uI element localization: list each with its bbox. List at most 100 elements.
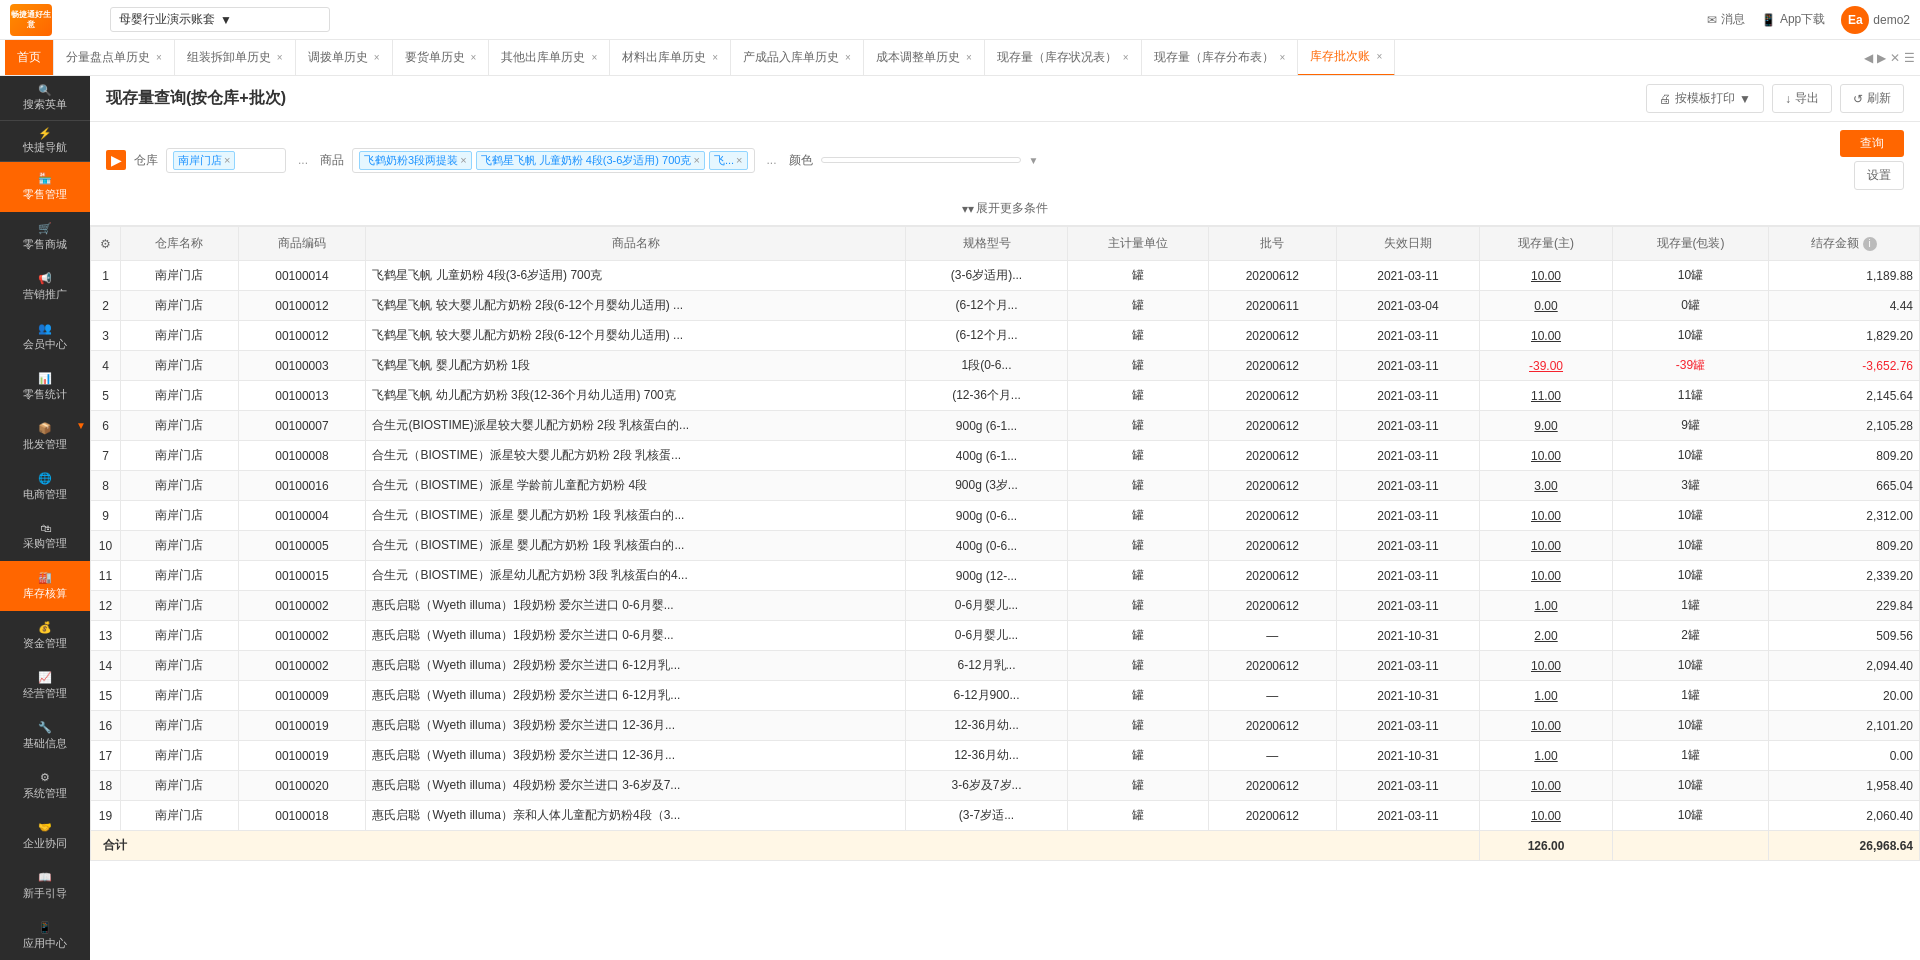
sidebar-item-basic[interactable]: 🔧 基础信息 (0, 711, 90, 761)
cell-stock-main[interactable]: 10.00 (1480, 501, 1613, 531)
product-more[interactable]: ... (767, 153, 777, 167)
cell-stock-main[interactable]: 10.00 (1480, 441, 1613, 471)
nav-menu[interactable]: ☰ (1904, 51, 1915, 65)
sidebar-quick[interactable]: ⚡ 快捷导航 (0, 121, 90, 162)
btn-export[interactable]: ↓ 导出 (1772, 84, 1832, 113)
tab-chengben[interactable]: 成本调整单历史 × (864, 40, 985, 76)
message-btn[interactable]: ✉ 消息 (1707, 11, 1745, 28)
sidebar-item-retail-store[interactable]: 🛒 零售商城 (0, 212, 90, 262)
th-name: 商品名称 (366, 227, 905, 261)
layout: 🔍 搜索英单 ⚡ 快捷导航 🏪 零售管理 🛒 零售商城 📢 营销推广 👥 会员中… (0, 76, 1920, 960)
product-tag-3[interactable]: 飞... × (709, 151, 748, 170)
close-pipici[interactable]: × (1376, 51, 1382, 62)
close-chanpin[interactable]: × (845, 52, 851, 63)
amount-info-icon[interactable]: i (1863, 237, 1877, 251)
btn-query[interactable]: 查询 (1840, 130, 1904, 157)
cell-no: 15 (91, 681, 121, 711)
close-diaopai[interactable]: × (374, 52, 380, 63)
tab-diaopai[interactable]: 调拨单历史 × (296, 40, 393, 76)
tab-xianstock1[interactable]: 现存量（库存状况表） × (985, 40, 1142, 76)
nav-prev[interactable]: ◀ (1864, 51, 1873, 65)
color-filter-group[interactable] (821, 157, 1021, 163)
sidebar-item-operations[interactable]: 📈 经营管理 (0, 661, 90, 711)
close-chengben[interactable]: × (966, 52, 972, 63)
btn-print[interactable]: 🖨 按模板打印 ▼ (1646, 84, 1764, 113)
cell-expire: 2021-03-11 (1336, 501, 1479, 531)
cell-stock-main[interactable]: 10.00 (1480, 531, 1613, 561)
warehouse-more[interactable]: ... (298, 153, 308, 167)
tab-xianstock2[interactable]: 现存量（库存分布表） × (1142, 40, 1299, 76)
sidebar-item-finance[interactable]: 💰 资金管理 (0, 611, 90, 661)
tab-qitachu[interactable]: 其他出库单历史 × (489, 40, 610, 76)
close-yaohuo[interactable]: × (471, 52, 477, 63)
cell-stock-main[interactable]: 10.00 (1480, 711, 1613, 741)
tab-fenpan[interactable]: 分量盘点单历史 × (54, 40, 175, 76)
product-tag-2-remove[interactable]: × (693, 154, 699, 166)
tab-zuche[interactable]: 组装拆卸单历史 × (175, 40, 296, 76)
user-area[interactable]: Ea demo2 (1841, 6, 1910, 34)
close-qitachu[interactable]: × (591, 52, 597, 63)
product-tag-1-remove[interactable]: × (460, 154, 466, 166)
cell-stock-main[interactable]: 9.00 (1480, 411, 1613, 441)
sidebar-item-member[interactable]: 👥 会员中心 (0, 312, 90, 362)
cell-stock-main[interactable]: 10.00 (1480, 651, 1613, 681)
product-filter-group[interactable]: 飞鹤奶粉3段两提装 × 飞鹤星飞帆 儿童奶粉 4段(3-6岁适用) 700克 ×… (352, 148, 754, 173)
sidebar-item-appcenter[interactable]: 📱 应用中心 (0, 911, 90, 960)
cell-stock-main[interactable]: 11.00 (1480, 381, 1613, 411)
company-selector[interactable]: 母婴行业演示账套 ▼ (110, 7, 330, 32)
th-settings[interactable]: ⚙ (91, 227, 121, 261)
btn-refresh[interactable]: ↺ 刷新 (1840, 84, 1904, 113)
sidebar-item-system[interactable]: ⚙ 系统管理 (0, 761, 90, 811)
warehouse-tag[interactable]: 南岸门店 × (173, 151, 235, 170)
product-tag-2[interactable]: 飞鹤星飞帆 儿童奶粉 4段(3-6岁适用) 700克 × (476, 151, 705, 170)
cell-stock-main[interactable]: 0.00 (1480, 291, 1613, 321)
sidebar-item-marketing[interactable]: 📢 营销推广 (0, 262, 90, 312)
cell-warehouse: 南岸门店 (121, 351, 239, 381)
cell-stock-main[interactable]: 2.00 (1480, 621, 1613, 651)
cell-stock-main[interactable]: 1.00 (1480, 741, 1613, 771)
btn-set[interactable]: 设置 (1854, 161, 1904, 190)
product-tag-3-remove[interactable]: × (736, 154, 742, 166)
nav-next[interactable]: ▶ (1877, 51, 1886, 65)
close-fenpan[interactable]: × (156, 52, 162, 63)
tab-pipici[interactable]: 库存批次账 × (1298, 40, 1395, 76)
color-dropdown-icon[interactable]: ▼ (1029, 155, 1039, 166)
warehouse-filter-group[interactable]: 南岸门店 × (166, 148, 286, 173)
sidebar-item-wholesale[interactable]: 📦 批发管理 ▼ (0, 412, 90, 462)
cell-stock-main[interactable]: 1.00 (1480, 591, 1613, 621)
tab-chanpin[interactable]: 产成品入库单历史 × (731, 40, 864, 76)
tab-yaohuo[interactable]: 要货单历史 × (393, 40, 490, 76)
cell-unit: 罐 (1068, 741, 1209, 771)
close-zuche[interactable]: × (277, 52, 283, 63)
cell-stock-main[interactable]: 10.00 (1480, 321, 1613, 351)
sidebar-item-retail-stat[interactable]: 📊 零售统计 (0, 362, 90, 412)
close-cailiao[interactable]: × (712, 52, 718, 63)
app-download-btn[interactable]: 📱 App下载 (1761, 11, 1825, 28)
nav-close-all[interactable]: ✕ (1890, 51, 1900, 65)
btn-expand-more[interactable]: ▾▾ 展开更多条件 (962, 200, 1048, 217)
sidebar-search[interactable]: 🔍 搜索英单 (0, 76, 90, 121)
toggle-filter-btn[interactable]: ▶ (106, 150, 126, 170)
close-xianstock2[interactable]: × (1280, 52, 1286, 63)
cell-stock-main[interactable]: 10.00 (1480, 261, 1613, 291)
cell-stock-main[interactable]: 1.00 (1480, 681, 1613, 711)
product-tag-1[interactable]: 飞鹤奶粉3段两提装 × (359, 151, 472, 170)
tab-home[interactable]: 首页 (5, 40, 54, 76)
tab-cailiao[interactable]: 材料出库单历史 × (610, 40, 731, 76)
sidebar-item-retail-mgmt[interactable]: 🏪 零售管理 (0, 162, 90, 212)
sidebar-item-ecommerce[interactable]: 🌐 电商管理 (0, 462, 90, 512)
sidebar-item-guide[interactable]: 📖 新手引导 (0, 861, 90, 911)
sidebar-item-enterprise[interactable]: 🤝 企业协同 (0, 811, 90, 861)
table-row: 13 南岸门店 00100002 惠氏启聪（Wyeth illuma）1段奶粉 … (91, 621, 1920, 651)
sidebar-item-inventory[interactable]: 🏭 库存核算 (0, 561, 90, 611)
cell-stock-main[interactable]: -39.00 (1480, 351, 1613, 381)
cell-stock-main[interactable]: 10.00 (1480, 771, 1613, 801)
cell-amount: -3,652.76 (1769, 351, 1920, 381)
cell-stock-main[interactable]: 10.00 (1480, 801, 1613, 831)
cell-stock-main[interactable]: 3.00 (1480, 471, 1613, 501)
warehouse-tag-remove[interactable]: × (224, 154, 230, 166)
sidebar-item-purchase[interactable]: 🛍 采购管理 (0, 512, 90, 561)
cell-expire: 2021-03-11 (1336, 321, 1479, 351)
close-xianstock1[interactable]: × (1123, 52, 1129, 63)
cell-stock-main[interactable]: 10.00 (1480, 561, 1613, 591)
